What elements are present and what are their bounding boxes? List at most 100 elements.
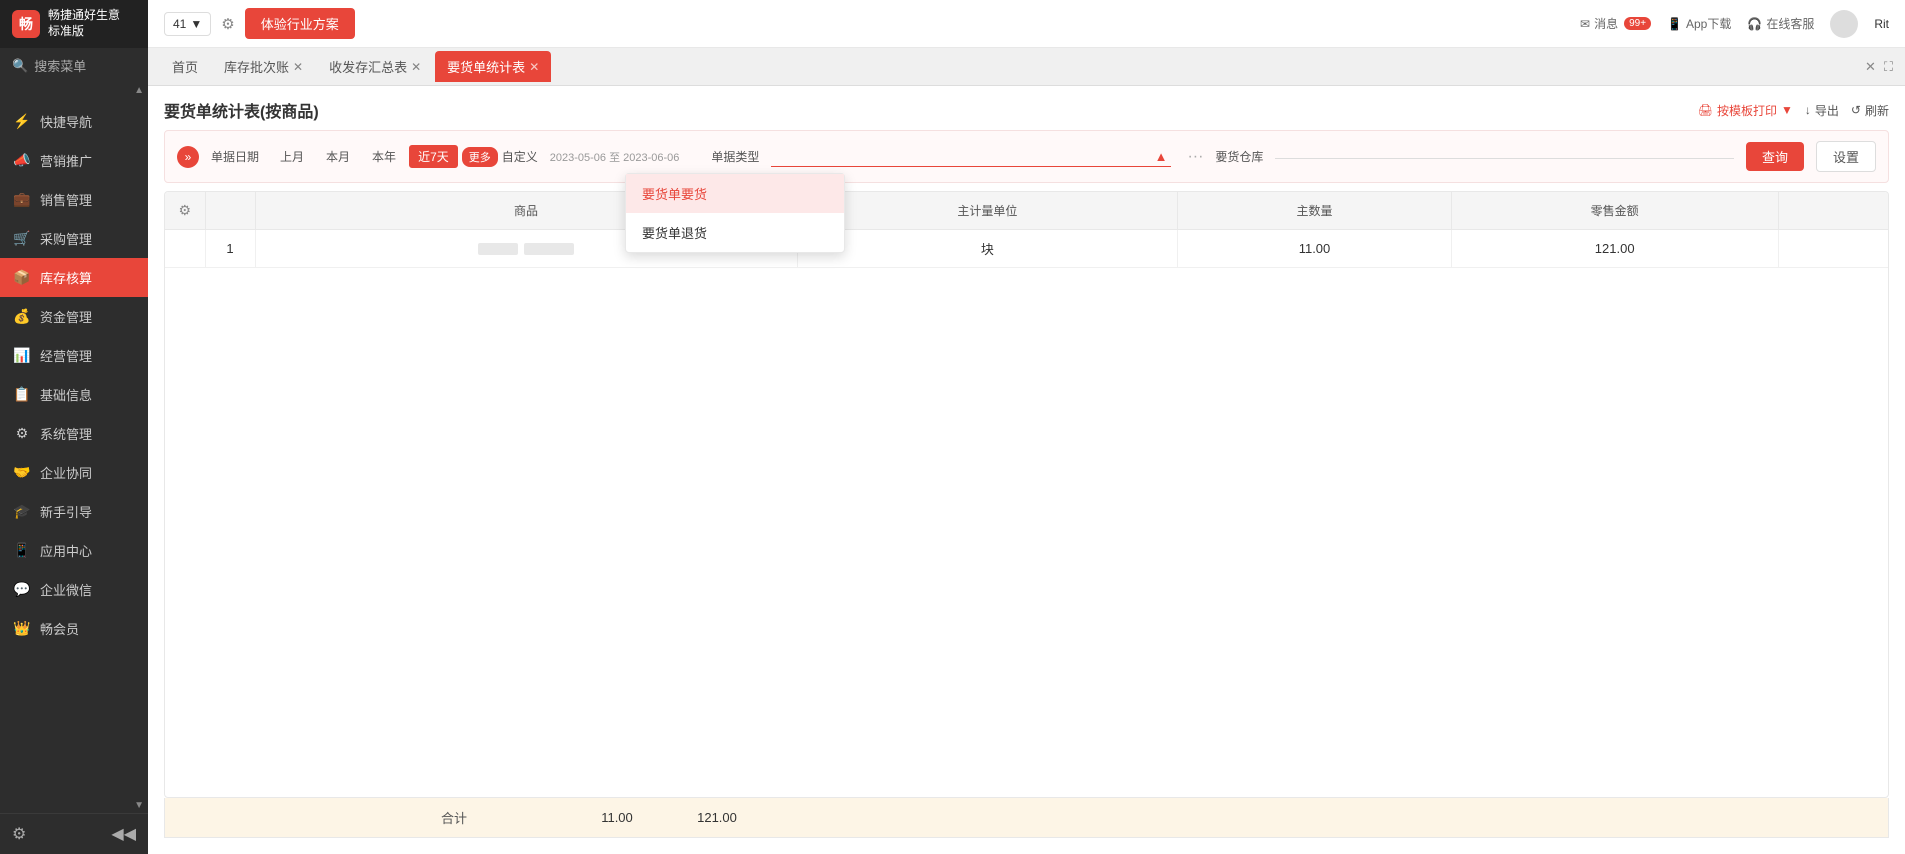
row-unit: 块 xyxy=(797,230,1178,268)
footer-settings-icon[interactable]: ⚙ xyxy=(12,824,26,844)
type-label: 单据类型 xyxy=(711,148,759,165)
online-service-btn[interactable]: 🎧 在线客服 xyxy=(1747,15,1814,32)
col-settings-icon[interactable]: ⚙ xyxy=(178,202,191,218)
filter-expand-btn[interactable]: » xyxy=(177,146,199,168)
row-quantity: 11.00 xyxy=(1178,230,1451,268)
date-btn-last-month[interactable]: 上月 xyxy=(271,145,313,168)
user-avatar[interactable] xyxy=(1830,10,1858,38)
tab-close-all-icon[interactable]: ✕ xyxy=(1865,59,1876,75)
page-actions: 🖨 按模板打印 ▼ ↓ 导出 ↺ 刷新 xyxy=(1698,102,1889,119)
footer-collapse-icon[interactable]: ◀◀ xyxy=(111,824,136,844)
sidebar-item-purchase[interactable]: 🛒 采购管理 xyxy=(0,219,148,258)
sidebar-item-finance[interactable]: 💰 资金管理 xyxy=(0,297,148,336)
row-extra xyxy=(1778,230,1888,268)
date-range-display: 2023-05-06 至 2023-06-06 xyxy=(550,149,680,165)
app-title: 畅捷通好生意 标准版 xyxy=(48,8,120,39)
messages-btn[interactable]: ✉ 消息 99+ xyxy=(1580,15,1651,32)
sidebar-item-wechat[interactable]: 💬 企业微信 xyxy=(0,570,148,609)
row-amount: 121.00 xyxy=(1451,230,1778,268)
refresh-btn[interactable]: ↺ 刷新 xyxy=(1851,102,1889,119)
tab-stock-summary-close[interactable]: ✕ xyxy=(411,60,421,74)
warehouse-input[interactable] xyxy=(1275,154,1734,159)
tab-inventory-batch[interactable]: 库存批次账 ✕ xyxy=(212,51,315,82)
th-amount[interactable]: 零售金额 xyxy=(1451,192,1778,230)
type-dropdown: 要货单要货 要货单退货 xyxy=(625,173,845,253)
sidebar-item-vip[interactable]: 👑 畅会员 xyxy=(0,609,148,648)
date-btn-custom[interactable]: 自定义 xyxy=(502,148,538,165)
sidebar-item-guide[interactable]: 🎓 新手引导 xyxy=(0,492,148,531)
footer-amount: 121.00 xyxy=(667,810,767,825)
refresh-icon: ↺ xyxy=(1851,103,1861,117)
date-btn-more[interactable]: 更多 xyxy=(462,147,498,167)
sidebar-item-system[interactable]: ⚙ 系统管理 xyxy=(0,414,148,453)
dropdown-item-order-goods[interactable]: 要货单要货 xyxy=(626,174,844,213)
th-index xyxy=(205,192,255,230)
chevron-down-icon: ▼ xyxy=(190,17,202,31)
page-title: 要货单统计表(按商品) xyxy=(164,98,319,122)
sidebar-scroll-up[interactable]: ▲ xyxy=(134,85,144,96)
th-settings: ⚙ xyxy=(165,192,205,230)
company-selector[interactable]: 41 ▼ xyxy=(164,12,211,36)
th-quantity[interactable]: 主数量 xyxy=(1178,192,1451,230)
tab-inventory-batch-close[interactable]: ✕ xyxy=(293,60,303,74)
topbar-gear-icon[interactable]: ⚙ xyxy=(221,15,234,33)
settings-btn[interactable]: 设置 xyxy=(1816,141,1876,172)
table-footer: 合计 11.00 121.00 xyxy=(164,798,1889,838)
sidebar-scroll-down[interactable]: ▼ xyxy=(134,800,144,811)
app-logo: 畅 xyxy=(12,10,40,38)
date-range-btns: 上月 本月 本年 近7天 更多 自定义 xyxy=(271,145,538,168)
quick-nav-icon: ⚡ xyxy=(12,113,32,130)
th-unit[interactable]: 主计量单位 xyxy=(797,192,1178,230)
date-btn-this-month[interactable]: 本月 xyxy=(317,145,359,168)
product-placeholder-2 xyxy=(524,243,574,255)
app-download-btn[interactable]: 📱 App下载 xyxy=(1667,15,1731,32)
inventory-icon: 📦 xyxy=(12,269,32,286)
type-select-chevron-up: ▲ xyxy=(1155,149,1168,164)
tab-expand-icon[interactable]: ⛶ xyxy=(1884,59,1893,75)
filter-more-icon[interactable]: ··· xyxy=(1187,148,1203,166)
topbar-right: ✉ 消息 99+ 📱 App下载 🎧 在线客服 Rit xyxy=(1580,10,1889,38)
sales-icon: 💼 xyxy=(12,191,32,208)
sidebar-item-marketing[interactable]: 📣 营销推广 xyxy=(0,141,148,180)
tab-stock-summary[interactable]: 收发存汇总表 ✕ xyxy=(317,51,433,82)
type-select[interactable]: ▲ xyxy=(771,147,1171,167)
th-extra xyxy=(1778,192,1888,230)
date-btn-this-year[interactable]: 本年 xyxy=(363,145,405,168)
tab-order-stats-close[interactable]: ✕ xyxy=(529,60,539,74)
filter-bar: » 单据日期 上月 本月 本年 近7天 更多 自定义 2023-05-06 至 … xyxy=(164,130,1889,183)
sidebar: 畅 畅捷通好生意 标准版 🔍 搜索菜单 ▲ ⚡ 快捷导航 📣 营销推广 💼 销售… xyxy=(0,0,148,854)
enterprise-icon: 🤝 xyxy=(12,464,32,481)
sidebar-item-quick-nav[interactable]: ⚡ 快捷导航 xyxy=(0,102,148,141)
data-table: ⚙ 商品 主计量单位 主数量 零售金额 1 xyxy=(164,191,1889,798)
sidebar-item-enterprise[interactable]: 🤝 企业协同 xyxy=(0,453,148,492)
tab-order-stats-label: 要货单统计表 xyxy=(447,57,525,76)
tab-home-label: 首页 xyxy=(172,57,198,76)
print-btn[interactable]: 🖨 按模板打印 ▼ xyxy=(1698,102,1793,119)
basic-info-icon: 📋 xyxy=(12,386,32,403)
sidebar-nav: ⚡ 快捷导航 📣 营销推广 💼 销售管理 🛒 采购管理 📦 库存核算 💰 资金管… xyxy=(0,98,148,798)
sidebar-item-operations[interactable]: 📊 经营管理 xyxy=(0,336,148,375)
query-btn[interactable]: 查询 xyxy=(1746,142,1804,171)
sidebar-search[interactable]: 🔍 搜索菜单 xyxy=(0,48,148,83)
sidebar-item-sales[interactable]: 💼 销售管理 xyxy=(0,180,148,219)
guide-icon: 🎓 xyxy=(12,503,32,520)
tab-bar: 首页 库存批次账 ✕ 收发存汇总表 ✕ 要货单统计表 ✕ ✕ ⛶ xyxy=(148,48,1905,86)
search-icon: 🔍 xyxy=(12,58,28,74)
wechat-icon: 💬 xyxy=(12,581,32,598)
industry-btn[interactable]: 体验行业方案 xyxy=(245,8,355,39)
date-btn-7days[interactable]: 近7天 xyxy=(409,145,458,168)
finance-icon: 💰 xyxy=(12,308,32,325)
operations-icon: 📊 xyxy=(12,347,32,364)
sidebar-item-inventory[interactable]: 📦 库存核算 xyxy=(0,258,148,297)
tab-order-stats[interactable]: 要货单统计表 ✕ xyxy=(435,51,551,82)
purchase-icon: 🛒 xyxy=(12,230,32,247)
vip-icon: 👑 xyxy=(12,620,32,637)
sidebar-item-app-center[interactable]: 📱 应用中心 xyxy=(0,531,148,570)
export-btn[interactable]: ↓ 导出 xyxy=(1805,102,1839,119)
tab-home[interactable]: 首页 xyxy=(160,51,210,82)
marketing-icon: 📣 xyxy=(12,152,32,169)
dropdown-item-return-goods[interactable]: 要货单退货 xyxy=(626,213,844,252)
sidebar-item-basic-info[interactable]: 📋 基础信息 xyxy=(0,375,148,414)
tab-stock-summary-label: 收发存汇总表 xyxy=(329,57,407,76)
company-name: 41 xyxy=(173,17,186,31)
